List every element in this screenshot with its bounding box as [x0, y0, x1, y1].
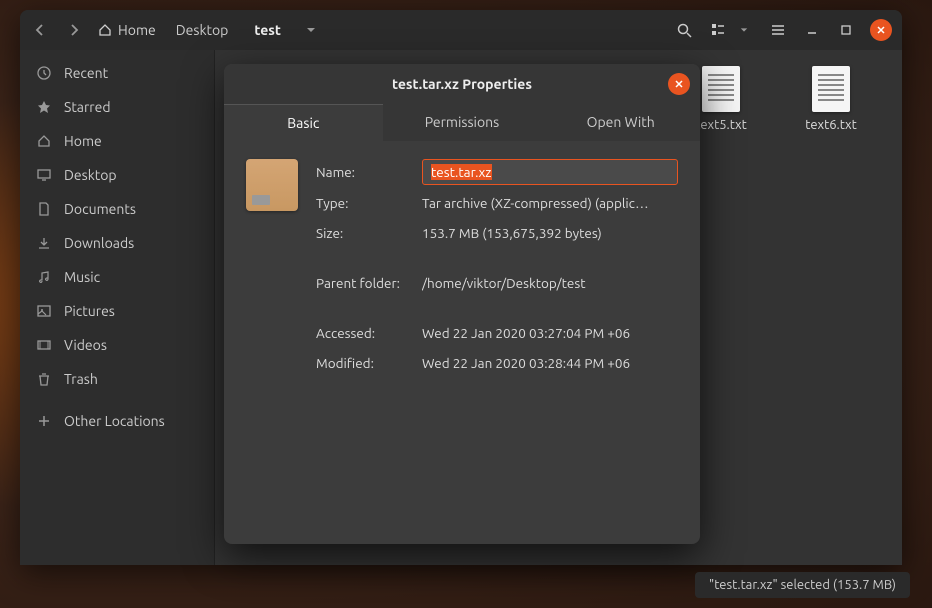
- clock-icon: [36, 65, 52, 81]
- downloads-icon: [36, 235, 52, 251]
- sidebar-label: Downloads: [64, 235, 134, 251]
- forward-button[interactable]: [64, 20, 84, 40]
- trash-icon: [36, 371, 52, 387]
- type-value: Tar archive (XZ-compressed) (applic…: [422, 195, 678, 211]
- text-file-icon: [702, 66, 740, 112]
- sidebar-label: Pictures: [64, 303, 115, 319]
- file-label: text6.txt: [805, 118, 856, 132]
- back-button[interactable]: [30, 20, 50, 40]
- dialog-body: Name: Type: Tar archive (XZ-compressed) …: [224, 141, 700, 544]
- sidebar-label: Music: [64, 269, 100, 285]
- parent-folder-label: Parent folder:: [316, 275, 408, 291]
- breadcrumb-test[interactable]: test: [248, 18, 287, 42]
- sidebar-label: Trash: [64, 371, 98, 387]
- dialog-close-button[interactable]: [668, 73, 690, 95]
- sidebar-item-music[interactable]: Music: [20, 260, 214, 294]
- type-label: Type:: [316, 195, 408, 211]
- name-label: Name:: [316, 164, 408, 180]
- accessed-label: Accessed:: [316, 325, 408, 341]
- sidebar: Recent Starred Home Desktop Documents Do…: [20, 50, 215, 565]
- breadcrumb-dropdown[interactable]: [301, 20, 321, 40]
- sidebar-item-videos[interactable]: Videos: [20, 328, 214, 362]
- search-icon[interactable]: [674, 20, 694, 40]
- dialog-title: test.tar.xz Properties: [392, 76, 532, 92]
- pictures-icon: [36, 303, 52, 319]
- desktop-icon: [36, 167, 52, 183]
- sidebar-item-pictures[interactable]: Pictures: [20, 294, 214, 328]
- size-label: Size:: [316, 225, 408, 241]
- home-label: Home: [118, 22, 156, 38]
- sidebar-item-other-locations[interactable]: Other Locations: [20, 404, 214, 438]
- sidebar-label: Other Locations: [64, 413, 165, 429]
- sidebar-item-recent[interactable]: Recent: [20, 56, 214, 90]
- documents-icon: [36, 201, 52, 217]
- file-label: text5.txt: [695, 118, 746, 132]
- parent-folder-value: /home/viktor/Desktop/test: [422, 275, 678, 291]
- sidebar-item-documents[interactable]: Documents: [20, 192, 214, 226]
- breadcrumb-desktop[interactable]: Desktop: [170, 18, 235, 42]
- videos-icon: [36, 337, 52, 353]
- modified-label: Modified:: [316, 355, 408, 371]
- status-bar: "test.tar.xz" selected (153.7 MB): [695, 572, 910, 598]
- plus-icon: [36, 413, 52, 429]
- sidebar-label: Documents: [64, 201, 136, 217]
- tab-basic[interactable]: Basic: [224, 104, 383, 141]
- close-button[interactable]: [870, 19, 892, 41]
- modified-value: Wed 22 Jan 2020 03:28:44 PM +06: [422, 355, 678, 371]
- sidebar-item-home[interactable]: Home: [20, 124, 214, 158]
- tab-permissions[interactable]: Permissions: [383, 104, 542, 141]
- sidebar-label: Recent: [64, 65, 108, 81]
- properties-list: Name: Type: Tar archive (XZ-compressed) …: [316, 159, 678, 526]
- archive-icon: [246, 159, 298, 211]
- minimize-button[interactable]: [802, 20, 822, 40]
- text-file-icon: [812, 66, 850, 112]
- view-grid-icon[interactable]: [708, 20, 728, 40]
- properties-dialog: test.tar.xz Properties Basic Permissions…: [224, 64, 700, 544]
- home-icon: [36, 133, 52, 149]
- dialog-tabs: Basic Permissions Open With: [224, 104, 700, 141]
- size-value: 153.7 MB (153,675,392 bytes): [422, 225, 678, 241]
- breadcrumb-home[interactable]: Home: [98, 22, 156, 38]
- tab-open-with[interactable]: Open With: [541, 104, 700, 141]
- music-icon: [36, 269, 52, 285]
- sidebar-label: Starred: [64, 99, 111, 115]
- sidebar-item-downloads[interactable]: Downloads: [20, 226, 214, 260]
- accessed-value: Wed 22 Jan 2020 03:27:04 PM +06: [422, 325, 678, 341]
- file-text6[interactable]: text6.txt: [796, 66, 866, 132]
- sidebar-label: Home: [64, 133, 102, 149]
- sidebar-item-starred[interactable]: Starred: [20, 90, 214, 124]
- sidebar-label: Videos: [64, 337, 107, 353]
- sidebar-item-desktop[interactable]: Desktop: [20, 158, 214, 192]
- hamburger-menu-icon[interactable]: [768, 20, 788, 40]
- sidebar-label: Desktop: [64, 167, 117, 183]
- star-icon: [36, 99, 52, 115]
- name-input[interactable]: [422, 159, 678, 185]
- sidebar-item-trash[interactable]: Trash: [20, 362, 214, 396]
- maximize-button[interactable]: [836, 20, 856, 40]
- dialog-header[interactable]: test.tar.xz Properties: [224, 64, 700, 104]
- view-dropdown-icon[interactable]: [734, 20, 754, 40]
- header-bar: Home Desktop test: [20, 10, 902, 50]
